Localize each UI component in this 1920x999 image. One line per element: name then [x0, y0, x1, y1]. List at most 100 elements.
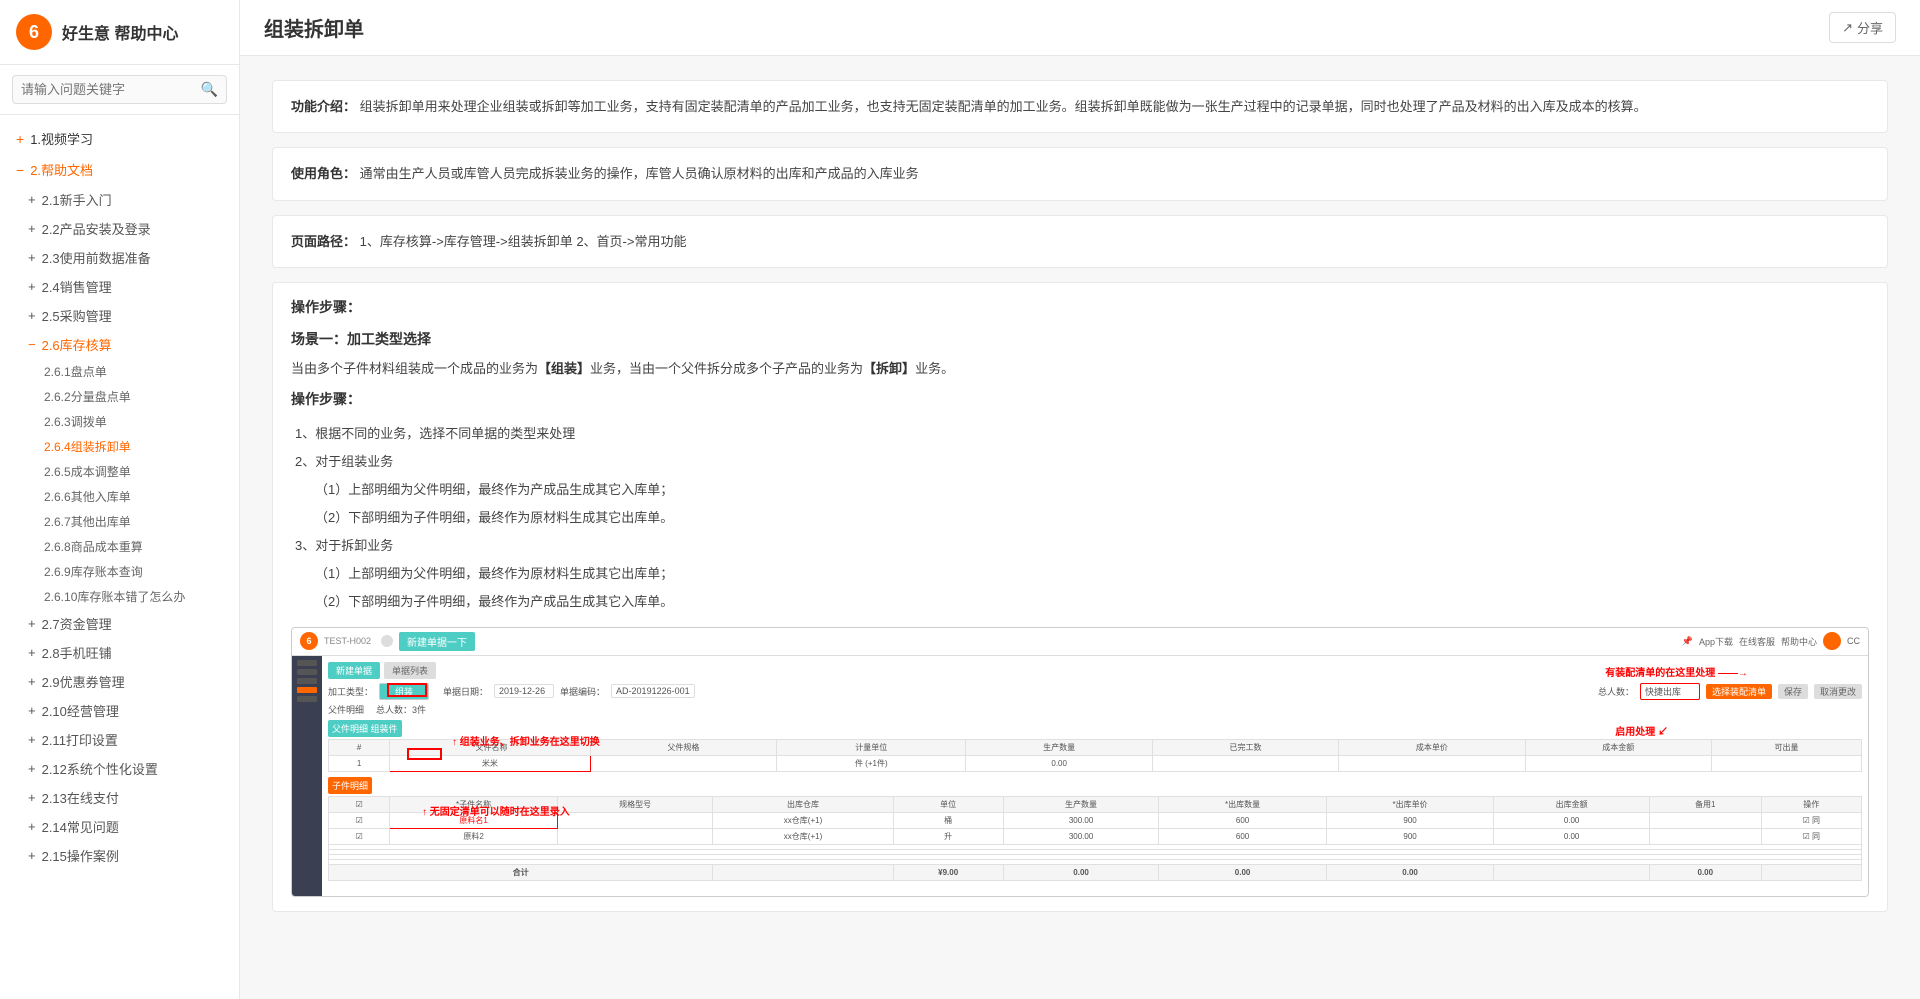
expand-icon-install: + [28, 221, 36, 236]
share-icon: ↗ [1842, 20, 1853, 36]
sidebar-item-coupon[interactable]: + 2.9优惠券管理 [28, 667, 239, 696]
sidebar: 6 好生意 帮助中心 🔍 + 1.视频学习 − 2.帮助文档 + 2.1新手入门… [0, 0, 240, 999]
intro-label: 功能介绍： [291, 99, 356, 114]
sidebar-item-operate[interactable]: + 2.10经营管理 [28, 696, 239, 725]
sidebar-label-docs: 2.帮助文档 [30, 160, 93, 179]
share-label: 分享 [1857, 18, 1883, 37]
sidebar-item-newbie[interactable]: + 2.1新手入门 [28, 185, 239, 214]
label-print: 2.11打印设置 [42, 730, 118, 749]
sidebar-item-print[interactable]: + 2.11打印设置 [28, 725, 239, 754]
sidebar-item-assembly[interactable]: 2.6.4组装拆卸单 [44, 434, 239, 459]
col-unit: 计量单位 [777, 739, 966, 755]
sidebar-item-stockcheck[interactable]: 2.6.1盘点单 [44, 359, 239, 384]
mock-avatar [1823, 632, 1841, 650]
share-button[interactable]: ↗ 分享 [1829, 12, 1896, 43]
sidebar-item-inventory[interactable]: − 2.6库存核算 [28, 330, 239, 359]
sidebar-item-costcalc[interactable]: 2.6.8商品成本重算 [44, 534, 239, 559]
mock-icon3: 在线客服 [1739, 635, 1775, 648]
label-coupon: 2.9优惠券管理 [42, 672, 125, 691]
expand-icon-coupon: + [28, 674, 36, 689]
mock-username: CC [1847, 636, 1860, 646]
mock-date-field: 2019-12-26 [494, 684, 554, 698]
mock-settings-icon [381, 635, 393, 647]
path-section: 页面路径： 1、库存核算->库存管理->组装拆卸单 2、首页->常用功能 [272, 215, 1888, 268]
sidebar-item-install[interactable]: + 2.2产品安装及登录 [28, 214, 239, 243]
cell-seq1: 1 [329, 755, 390, 771]
sidebar-item-stockerror[interactable]: 2.6.10库存账本错了怎么办 [44, 584, 239, 609]
sidebar-item-sales[interactable]: + 2.4销售管理 [28, 272, 239, 301]
col-done: 已完工数 [1152, 739, 1338, 755]
lcol-sel: ☑ [329, 796, 390, 812]
sidebar-item-mobile[interactable]: + 2.8手机旺铺 [28, 638, 239, 667]
lcol-spec: 规格型号 [557, 796, 713, 812]
expand-icon-cases: + [28, 848, 36, 863]
lcell-op2: ☑ 同 [1761, 828, 1861, 844]
footer-v7: 0.00 [1649, 864, 1761, 880]
mock-label-qty2: 总人数：3件 [376, 703, 426, 716]
cell-cost1 [1339, 755, 1525, 771]
sidebar-item-stocksplit[interactable]: 2.6.2分量盘点单 [44, 384, 239, 409]
sidebar-item-stockquery[interactable]: 2.6.9库存账本查询 [44, 559, 239, 584]
ops-section: 操作步骤： 场景一：加工类型选择 当由多个子件材料组装成一个成品的业务为【组装】… [272, 282, 1888, 911]
mock-upper-table: # *父件名称 父件规格 计量单位 生产数量 已完工数 成本单价 成本金额 可出 [328, 739, 1862, 772]
sidebar-item-costadjust[interactable]: 2.6.5成本调整单 [44, 459, 239, 484]
mock-lower-footer: 合计 ¥9.00 0.00 0.00 0.00 0.00 [329, 864, 1862, 880]
search-icon[interactable]: 🔍 [201, 81, 218, 98]
lcell-wh1: xx仓库(+1) [713, 812, 893, 828]
screenshot-container: 6 TEST-H002 新建单据一下 📌 App下载 在线客服 帮助中心 CC [291, 627, 1869, 897]
mock-content-area: 新建单据 单据列表 加工类型： 组装 单据日期： 2019-12-26 单据编码… [322, 656, 1868, 896]
sidebar-item-adjust[interactable]: 2.6.3调拨单 [44, 409, 239, 434]
label-sales: 2.4销售管理 [42, 277, 112, 296]
expand-icon-mobile: + [28, 645, 36, 660]
label-prepare: 2.3使用前数据准备 [42, 248, 151, 267]
label-newbie: 2.1新手入门 [42, 190, 112, 209]
col-cost: 成本单价 [1339, 739, 1525, 755]
mock-lower-table: ☑ *子件名称 规格型号 出库仓库 单位 生产数量 *出库数量 *出库单价 [328, 796, 1862, 881]
sidebar-item-pay[interactable]: + 2.13在线支付 [28, 783, 239, 812]
lcell-remark2 [1649, 828, 1761, 844]
footer-v5: 0.00 [1326, 864, 1493, 880]
label-finance: 2.7资金管理 [42, 614, 112, 633]
sidebar-item-purchase[interactable]: + 2.5采购管理 [28, 301, 239, 330]
mock-sidebar-icon4 [297, 687, 317, 693]
lcol-unit: 单位 [893, 796, 1003, 812]
expand-icon-pay: + [28, 790, 36, 805]
mock-right-icons: 📌 App下载 在线客服 帮助中心 CC [1682, 632, 1860, 650]
expand-icon-video: + [16, 131, 24, 147]
mock-icon1: 📌 [1682, 636, 1693, 647]
expand-icon-newbie: + [28, 192, 36, 207]
mock-icon2: App下载 [1699, 635, 1733, 648]
expand-icon-print: + [28, 732, 36, 747]
col-spec: 父件规格 [590, 739, 776, 755]
step1: 1、根据不同的业务，选择不同单据的类型来处理 [295, 421, 1869, 447]
label-cases: 2.15操作案例 [42, 846, 119, 865]
sidebar-item-otherout[interactable]: 2.6.7其他出库单 [44, 509, 239, 534]
sidebar-item-custom[interactable]: + 2.12系统个性化设置 [28, 754, 239, 783]
main-panel: 组装拆卸单 ↗ 分享 功能介绍： 组装拆卸单用来处理企业组装或拆卸等加工业务，支… [240, 0, 1920, 999]
mock-upper-table-header: # *父件名称 父件规格 计量单位 生产数量 已完工数 成本单价 成本金额 可出 [329, 739, 1862, 755]
lcell-real2: 600 [1159, 828, 1326, 844]
mock-form-row1: 加工类型： 组装 单据日期： 2019-12-26 单据编码： AD-20191… [328, 683, 1862, 700]
mock-lower-section: 子件明细 ☑ *子件名称 规格型号 出库仓库 单位 [328, 776, 1862, 881]
footer-v8 [1761, 864, 1861, 880]
nav-tree: + 1.视频学习 − 2.帮助文档 + 2.1新手入门 + 2.2产品安装及登录… [0, 115, 239, 999]
sidebar-item-finance[interactable]: + 2.7资金管理 [28, 609, 239, 638]
scenario1-desc: 当由多个子件材料组装成一个成品的业务为【组装】业务，当由一个父件拆分成多个子产品… [291, 357, 1869, 380]
sidebar-item-faq[interactable]: + 2.14常见问题 [28, 812, 239, 841]
cell-total1 [1525, 755, 1711, 771]
expand-icon-sales: + [28, 279, 36, 294]
sidebar-item-cases[interactable]: + 2.15操作案例 [28, 841, 239, 870]
lcol-cost: *出库单价 [1326, 796, 1493, 812]
expand-icon-inventory: − [28, 337, 36, 352]
cell-goods1: 米米 [390, 755, 591, 771]
mock-breadcrumb: TEST-H002 [324, 636, 371, 646]
sidebar-item-otherin[interactable]: 2.6.6其他入库单 [44, 484, 239, 509]
sidebar-item-prepare[interactable]: + 2.3使用前数据准备 [28, 243, 239, 272]
mock-sidebar-icon1 [297, 660, 317, 666]
sidebar-item-video[interactable]: + 1.视频学习 [0, 123, 239, 154]
lcol-total: 出库金额 [1494, 796, 1650, 812]
sidebar-item-docs[interactable]: − 2.帮助文档 [0, 154, 239, 185]
search-input[interactable] [21, 82, 201, 97]
label-operate: 2.10经营管理 [42, 701, 119, 720]
lcell-sel1: ☑ [329, 812, 390, 828]
